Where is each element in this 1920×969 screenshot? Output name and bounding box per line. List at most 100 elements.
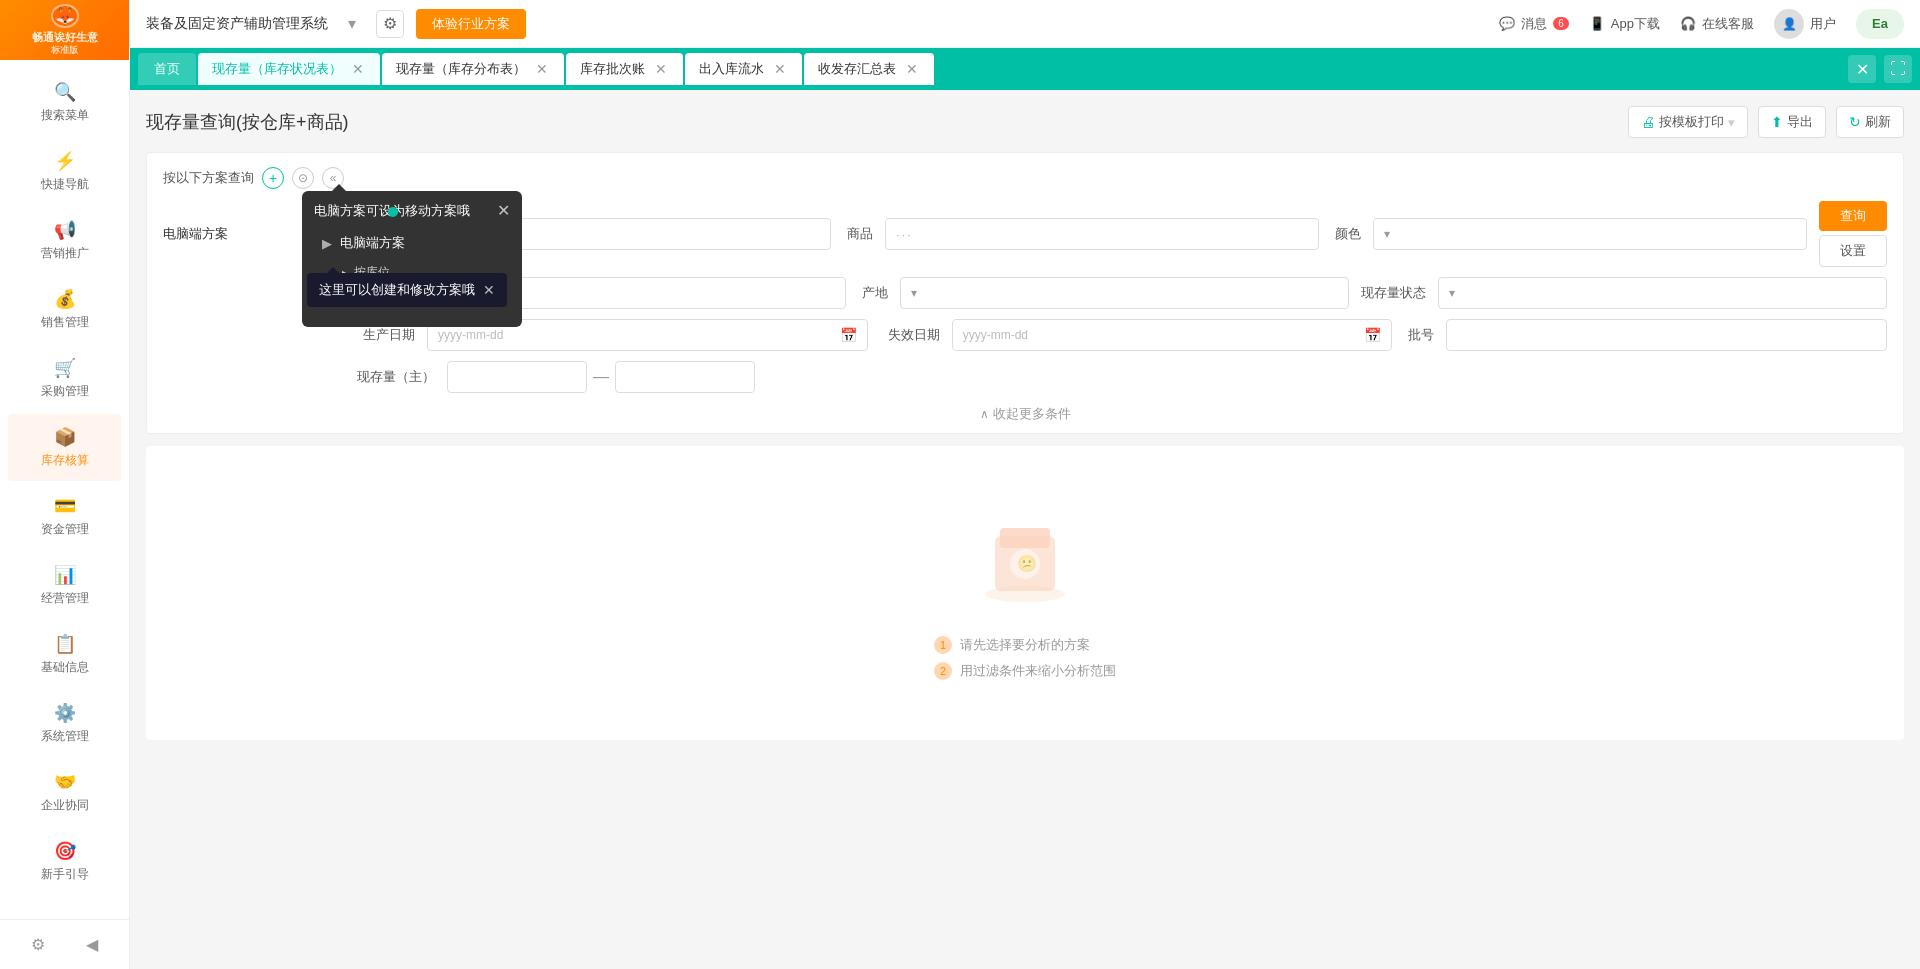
sidebar-item-system[interactable]: ⚙️ 系统管理 bbox=[8, 690, 121, 757]
sidebar-item-sales[interactable]: 💰 销售管理 bbox=[8, 276, 121, 343]
tooltip-text: 这里可以创建和修改方案哦 bbox=[319, 281, 475, 299]
logo-icon: 🦊 bbox=[51, 4, 79, 29]
message-item[interactable]: 💬 消息 6 bbox=[1499, 15, 1569, 33]
sidebar-item-label: 库存核算 bbox=[41, 452, 89, 469]
tab-label: 库存批次账 bbox=[580, 60, 645, 78]
sidebar-item-label: 营销推广 bbox=[41, 245, 89, 262]
prod-date-placeholder: yyyy-mm-dd bbox=[438, 328, 503, 342]
tab-inventory-status[interactable]: 现存量（库存状况表） ✕ bbox=[198, 53, 380, 85]
close-icon[interactable]: ✕ bbox=[350, 59, 366, 79]
goods-field[interactable]: ··· bbox=[885, 218, 1319, 250]
sidebar-nav: 🔍 搜索菜单 ⚡ 快捷导航 📢 营销推广 💰 销售管理 🛒 采购管理 📦 库存核… bbox=[0, 60, 129, 919]
content-area: 现存量查询(按仓库+商品) 🖨 按模板打印 ▾ ⬆ 导出 ↻ 刷新 bbox=[130, 90, 1920, 969]
sidebar-item-inventory[interactable]: 📦 库存核算 bbox=[8, 414, 121, 481]
guide-icon: 🎯 bbox=[54, 840, 76, 862]
refresh-button[interactable]: ↻ 刷新 bbox=[1836, 106, 1904, 138]
refresh-label: 刷新 bbox=[1865, 113, 1891, 131]
avatar: 👤 bbox=[1774, 9, 1804, 39]
copy-scheme-button[interactable]: ⊙ bbox=[292, 167, 314, 189]
tab-home[interactable]: 首页 bbox=[138, 53, 196, 85]
empty-tips: 1 请先选择要分析的方案 2 用过滤条件来缩小分析范围 bbox=[934, 636, 1116, 680]
sidebar-item-quicknav[interactable]: ⚡ 快捷导航 bbox=[8, 138, 121, 205]
stock-main-to[interactable] bbox=[615, 361, 755, 393]
logo-text: 畅通诶好生意 bbox=[32, 30, 98, 44]
export-button[interactable]: ⬆ 导出 bbox=[1758, 106, 1826, 138]
logo-badge: 标准版 bbox=[51, 45, 78, 57]
stock-status-field[interactable]: ▾ bbox=[1438, 277, 1887, 309]
batch-label: 批号 bbox=[1404, 326, 1434, 344]
close-icon[interactable]: ✕ bbox=[653, 59, 669, 79]
collapse-up-icon: ∧ bbox=[980, 407, 989, 421]
svg-rect-2 bbox=[1000, 528, 1050, 548]
sidebar-item-basic[interactable]: 📋 基础信息 bbox=[8, 621, 121, 688]
add-scheme-button[interactable]: + bbox=[262, 167, 284, 189]
export-label: 导出 bbox=[1787, 113, 1813, 131]
stock-status-label: 现存量状态 bbox=[1361, 284, 1426, 302]
marketing-icon: 📢 bbox=[54, 219, 76, 241]
origin-field[interactable]: ▾ bbox=[900, 277, 1349, 309]
page-header: 现存量查询(按仓库+商品) 🖨 按模板打印 ▾ ⬆ 导出 ↻ 刷新 bbox=[146, 106, 1904, 138]
sidebar-item-label: 采购管理 bbox=[41, 383, 89, 400]
trial-button[interactable]: 体验行业方案 bbox=[416, 9, 526, 39]
create-scheme-tooltip: 这里可以创建和修改方案哦 ✕ bbox=[307, 273, 507, 307]
settings-gear[interactable]: ⚙ bbox=[376, 10, 404, 38]
support-item[interactable]: 🎧 在线客服 bbox=[1680, 15, 1754, 33]
settings-icon[interactable]: ⚙ bbox=[31, 935, 45, 954]
sidebar-item-guide[interactable]: 🎯 新手引导 bbox=[8, 828, 121, 895]
collapse-button[interactable]: ∧ 收起更多条件 bbox=[980, 405, 1071, 423]
tab-label: 现存量（库存分布表） bbox=[396, 60, 526, 78]
close-icon[interactable]: ✕ bbox=[904, 59, 920, 79]
sidebar-logo: 🦊 畅通诶好生意 标准版 bbox=[0, 0, 129, 60]
tab-label: 出入库流水 bbox=[699, 60, 764, 78]
user-item[interactable]: 👤 用户 bbox=[1774, 9, 1836, 39]
finance-icon: 💳 bbox=[54, 495, 76, 517]
tab-collect-summary[interactable]: 收发存汇总表 ✕ bbox=[804, 53, 934, 85]
tab-inout-flow[interactable]: 出入库流水 ✕ bbox=[685, 53, 802, 85]
notification-badge: 6 bbox=[1553, 17, 1569, 30]
sidebar: 🦊 畅通诶好生意 标准版 🔍 搜索菜单 ⚡ 快捷导航 📢 营销推广 💰 销售管理… bbox=[0, 0, 130, 969]
stock-main-from[interactable] bbox=[447, 361, 587, 393]
sidebar-item-label: 资金管理 bbox=[41, 521, 89, 538]
sidebar-item-finance[interactable]: 💳 资金管理 bbox=[8, 483, 121, 550]
sidebar-item-search[interactable]: 🔍 搜索菜单 bbox=[8, 69, 121, 136]
close-icon[interactable]: ✕ bbox=[772, 59, 788, 79]
sidebar-item-label: 新手引导 bbox=[41, 866, 89, 883]
scheme-panel-close[interactable]: ✕ bbox=[497, 201, 510, 220]
sidebar-item-enterprise[interactable]: 🤝 企业协同 bbox=[8, 759, 121, 826]
tab-batch-account[interactable]: 库存批次账 ✕ bbox=[566, 53, 683, 85]
tab-inventory-dist[interactable]: 现存量（库存分布表） ✕ bbox=[382, 53, 564, 85]
inventory-icon: 📦 bbox=[54, 426, 76, 448]
sales-icon: 💰 bbox=[54, 288, 76, 310]
color-label: 颜色 bbox=[1331, 225, 1361, 243]
set-button[interactable]: 设置 bbox=[1819, 235, 1887, 267]
tip-num-1: 1 bbox=[934, 636, 952, 654]
expiry-date-label: 失效日期 bbox=[880, 326, 940, 344]
tooltip-close[interactable]: ✕ bbox=[483, 282, 495, 298]
collapse-sidebar-icon[interactable]: ◀ bbox=[86, 935, 98, 954]
sidebar-item-operations[interactable]: 📊 经营管理 bbox=[8, 552, 121, 619]
batch-field[interactable] bbox=[1446, 319, 1887, 351]
scheme-item-desktop[interactable]: ▶ 电脑端方案 bbox=[314, 228, 510, 258]
tab-close-all[interactable]: ✕ bbox=[1848, 55, 1876, 83]
sidebar-item-marketing[interactable]: 📢 营销推广 bbox=[8, 207, 121, 274]
user-label: 用户 bbox=[1810, 15, 1836, 33]
svg-text:😕: 😕 bbox=[1017, 554, 1037, 573]
sidebar-item-label: 企业协同 bbox=[41, 797, 89, 814]
ea-badge: Ea bbox=[1856, 9, 1904, 39]
sidebar-item-label: 销售管理 bbox=[41, 314, 89, 331]
print-button[interactable]: 🖨 按模板打印 ▾ bbox=[1628, 106, 1748, 138]
close-icon[interactable]: ✕ bbox=[534, 59, 550, 79]
expiry-date-field[interactable]: yyyy-mm-dd 📅 bbox=[952, 319, 1393, 351]
tab-expand[interactable]: ⛶ bbox=[1884, 55, 1912, 83]
quicknav-icon: ⚡ bbox=[54, 150, 76, 172]
prod-date-label: 生产日期 bbox=[355, 326, 415, 344]
top-bar-right: 💬 消息 6 📱 App下载 🎧 在线客服 👤 用户 Ea bbox=[1499, 9, 1904, 39]
system-dropdown[interactable]: ▾ bbox=[340, 12, 364, 36]
sidebar-item-purchase[interactable]: 🛒 采购管理 bbox=[8, 345, 121, 412]
color-field[interactable]: ▾ bbox=[1373, 218, 1807, 250]
tab-label: 收发存汇总表 bbox=[818, 60, 896, 78]
app-download-item[interactable]: 📱 App下载 bbox=[1589, 15, 1660, 33]
query-button[interactable]: 查询 bbox=[1819, 201, 1887, 231]
empty-tip-1: 1 请先选择要分析的方案 bbox=[934, 636, 1116, 654]
print-label: 按模板打印 bbox=[1659, 113, 1724, 131]
